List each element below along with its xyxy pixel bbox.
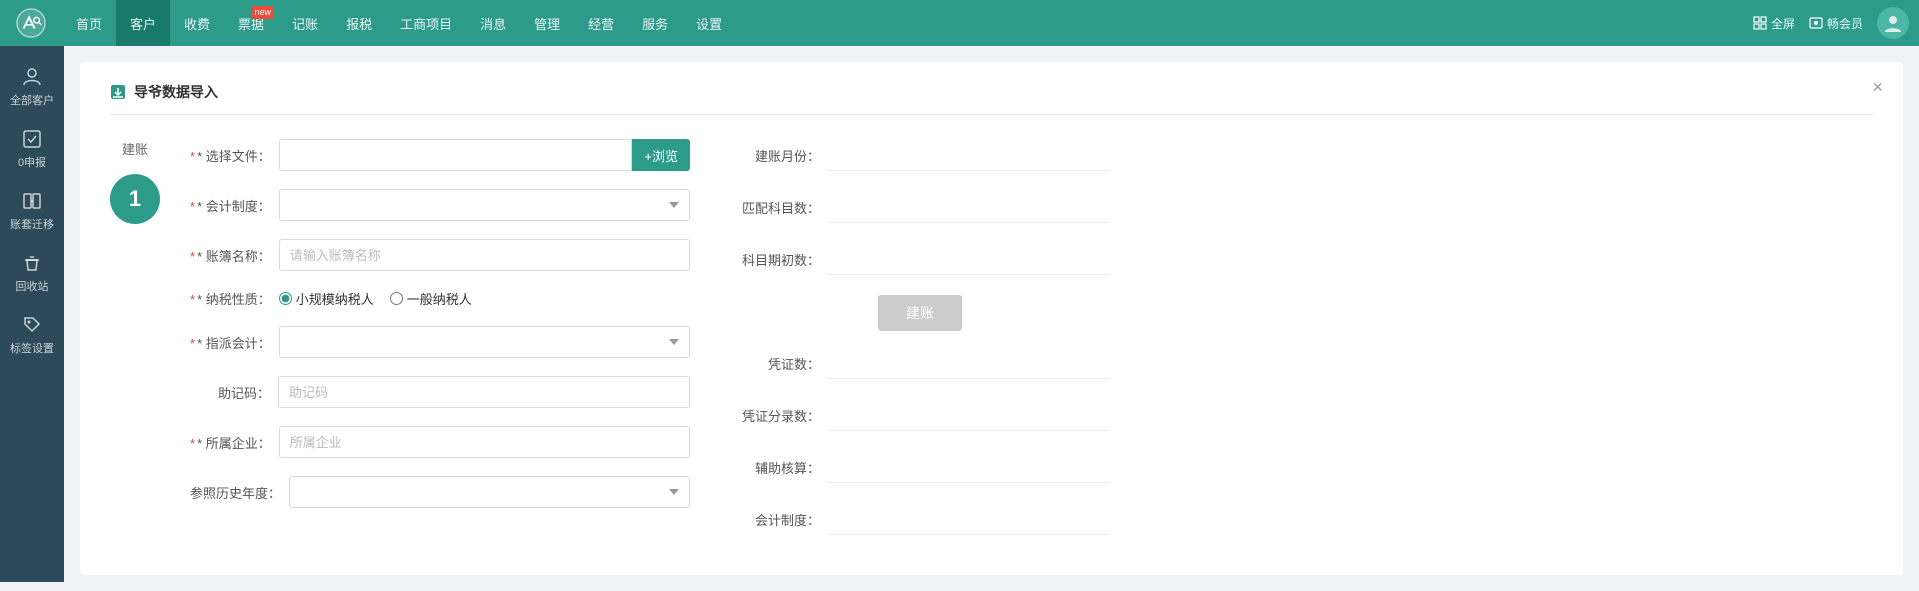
assign-accountant-select[interactable] <box>279 326 690 358</box>
accounting-system-label: ** 会计制度： <box>190 196 271 215</box>
accounting-system-row: ** 会计制度： <box>190 189 690 221</box>
subject-init-row: 科目期初数： <box>730 243 1110 275</box>
ledger-name-label: ** 账簿名称： <box>190 246 271 265</box>
top-navigation: 首页 客户 收费 票据 new 记账 报税 工商项目 消息 管理 经营 <box>0 0 1919 46</box>
company-label: ** 所属企业： <box>190 433 271 452</box>
nav-item-biz[interactable]: 工商项目 <box>386 0 466 46</box>
nav-items-list: 首页 客户 收费 票据 new 记账 报税 工商项目 消息 管理 经营 <box>62 0 1753 46</box>
sidebar-item-all-customers[interactable]: 全部客户 <box>0 56 64 118</box>
assign-accountant-row: ** 指派会计： <box>190 326 690 358</box>
nav-item-home[interactable]: 首页 <box>62 0 116 46</box>
ref-year-select[interactable] <box>289 476 690 508</box>
aux-calc-row: 辅助核算： <box>730 451 1110 483</box>
step-section: 建账 1 <box>110 139 190 555</box>
subject-init-value <box>828 243 1110 275</box>
close-button[interactable]: × <box>1872 78 1883 96</box>
ledger-name-input[interactable] <box>279 239 690 271</box>
nav-item-fee[interactable]: 收费 <box>170 0 224 46</box>
build-month-value <box>828 139 1110 171</box>
ref-year-label: 参照历史年度： <box>190 483 281 502</box>
nav-right-area: 全屏 畅会员 <box>1753 7 1909 39</box>
new-badge: new <box>252 6 275 19</box>
memo-code-label: 助记码： <box>190 383 270 402</box>
match-subject-label: 匹配科目数： <box>730 198 820 217</box>
accounting-system2-label: 会计制度： <box>730 510 820 529</box>
file-label: ** 选择文件： <box>190 146 271 165</box>
nav-item-operation[interactable]: 经营 <box>574 0 628 46</box>
build-month-label: 建账月份： <box>730 146 820 165</box>
nav-item-manage[interactable]: 管理 <box>520 0 574 46</box>
voucher-entries-row: 凭证分录数： <box>730 399 1110 431</box>
match-subject-row: 匹配科目数： <box>730 191 1110 223</box>
voucher-count-value <box>828 347 1110 379</box>
voucher-count-label: 凭证数： <box>730 354 820 373</box>
file-input-wrapper: +浏览 <box>279 139 690 171</box>
member-button[interactable]: 畅会员 <box>1809 15 1863 32</box>
file-row: ** 选择文件： +浏览 <box>190 139 690 171</box>
import-icon <box>110 84 126 100</box>
form-section: ** 选择文件： +浏览 ** 会计制度： <box>190 139 690 555</box>
match-subject-value <box>828 191 1110 223</box>
tax-option-small[interactable]: 小规模纳税人 <box>279 289 374 308</box>
accounting-system2-row: 会计制度： <box>730 503 1110 535</box>
panel-header: 导爷数据导入 <box>110 82 1873 115</box>
nav-item-ledger[interactable]: 记账 <box>278 0 332 46</box>
nav-item-service[interactable]: 服务 <box>628 0 682 46</box>
tax-type-label: ** 纳税性质： <box>190 289 271 308</box>
sidebar-item-account-migrate[interactable]: 账套迁移 <box>0 180 64 242</box>
build-month-row: 建账月份： <box>730 139 1110 171</box>
aux-calc-value <box>828 451 1110 483</box>
accounting-system-select[interactable] <box>279 189 690 221</box>
form-body: 建账 1 ** 选择文件： +浏览 ** <box>110 139 1873 555</box>
browse-button[interactable]: +浏览 <box>632 139 690 171</box>
tax-type-radio-group: 小规模纳税人 一般纳税人 <box>279 289 472 308</box>
aux-calc-label: 辅助核算： <box>730 458 820 477</box>
company-input[interactable] <box>279 426 690 458</box>
user-avatar[interactable] <box>1877 7 1909 39</box>
sidebar-item-tag-settings[interactable]: 标签设置 <box>0 304 64 366</box>
memo-code-input[interactable] <box>278 376 690 408</box>
accounting-system2-value <box>828 503 1110 535</box>
nav-item-invoice[interactable]: 票据 new <box>224 0 278 46</box>
sidebar-item-declare[interactable]: 0申报 <box>0 118 64 180</box>
content-panel: 导爷数据导入 × 建账 1 ** 选择文件： +浏览 <box>80 62 1903 575</box>
build-account-button[interactable]: 建账 <box>878 295 962 331</box>
voucher-entries-value <box>828 399 1110 431</box>
sidebar-item-recycle[interactable]: 回收站 <box>0 242 64 304</box>
nav-item-tax[interactable]: 报税 <box>332 0 386 46</box>
nav-item-message[interactable]: 消息 <box>466 0 520 46</box>
step-label: 建账 <box>122 139 148 158</box>
ref-year-row: 参照历史年度： <box>190 476 690 508</box>
memo-code-row: 助记码： <box>190 376 690 408</box>
voucher-count-row: 凭证数： <box>730 347 1110 379</box>
tax-type-row: ** 纳税性质： 小规模纳税人 一般纳税人 <box>190 289 690 308</box>
nav-item-settings[interactable]: 设置 <box>682 0 736 46</box>
sidebar: 全部客户 0申报 账套迁移 回收站 标签设置 <box>0 46 64 582</box>
main-content: 导爷数据导入 × 建账 1 ** 选择文件： +浏览 <box>64 46 1919 591</box>
tax-option-general[interactable]: 一般纳税人 <box>390 289 472 308</box>
voucher-entries-label: 凭证分录数： <box>730 406 820 425</box>
app-logo[interactable] <box>10 2 52 44</box>
step-indicator: 1 <box>110 174 160 224</box>
subject-init-label: 科目期初数： <box>730 250 820 269</box>
nav-item-customer[interactable]: 客户 <box>116 0 170 46</box>
ledger-name-row: ** 账簿名称： <box>190 239 690 271</box>
info-panel: 建账月份： 匹配科目数： 科目期初数： 建账 凭证数： 凭证分录数： <box>690 139 1110 555</box>
company-row: ** 所属企业： <box>190 426 690 458</box>
assign-accountant-label: ** 指派会计： <box>190 333 271 352</box>
panel-title: 导爷数据导入 <box>134 82 218 102</box>
fullscreen-button[interactable]: 全屏 <box>1753 15 1795 32</box>
file-input[interactable] <box>279 139 633 171</box>
